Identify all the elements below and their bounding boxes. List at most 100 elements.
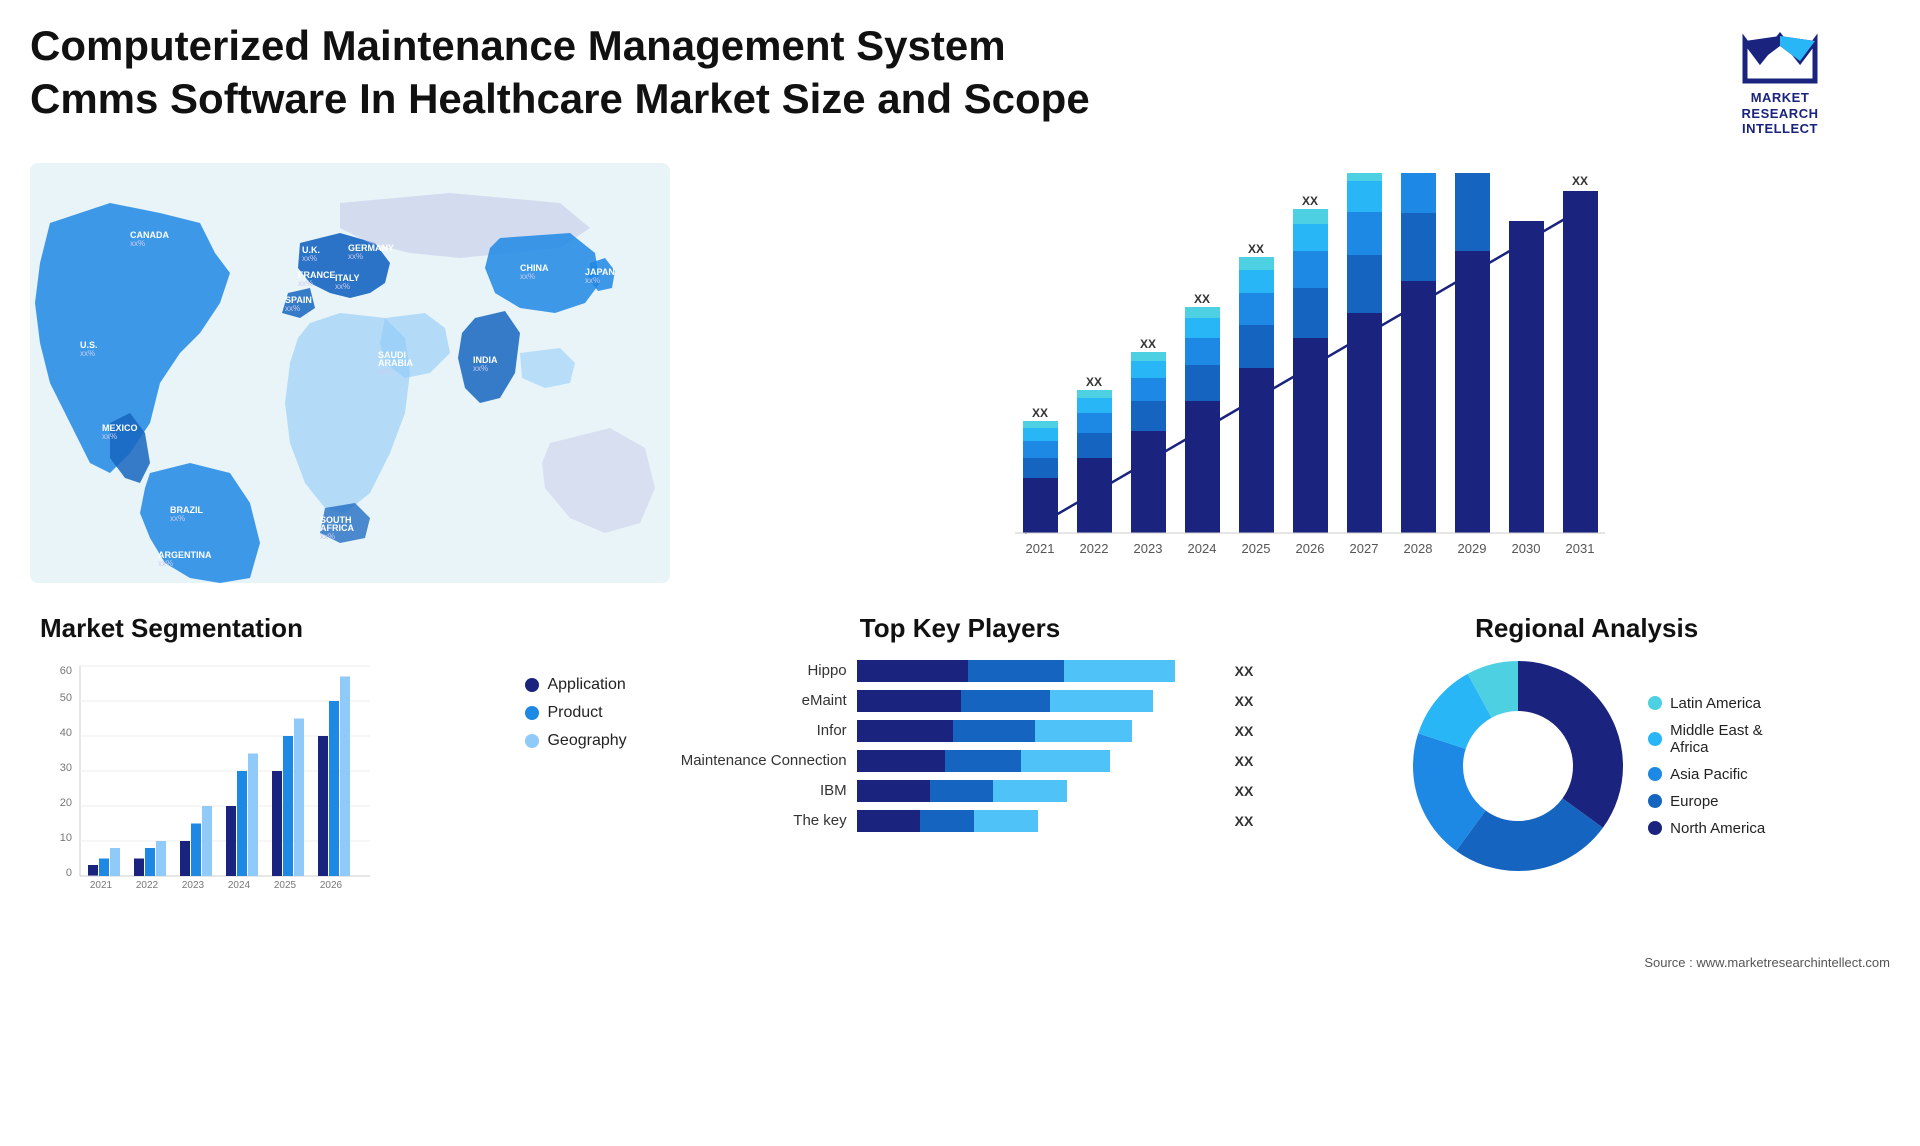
players-list: Hippo XX eMaint (667, 660, 1254, 832)
seg-chart-svg: 0 10 20 30 40 50 60 (40, 656, 380, 916)
svg-text:XX: XX (1194, 292, 1210, 306)
player-emaint: eMaint XX (667, 690, 1254, 712)
player-name-emaint: eMaint (667, 692, 847, 709)
legend-mea: Middle East &Africa (1648, 722, 1765, 756)
legend-europe: Europe (1648, 793, 1765, 810)
logo: MARKET RESEARCH INTELLECT (1670, 20, 1890, 143)
application-label: Application (547, 676, 625, 694)
europe-dot (1648, 794, 1662, 808)
svg-text:xx%: xx% (585, 276, 600, 285)
player-xx-emaint: XX (1235, 693, 1254, 709)
latin-america-dot (1648, 696, 1662, 710)
asia-pacific-label: Asia Pacific (1670, 766, 1748, 783)
svg-text:2024: 2024 (228, 880, 251, 891)
logo-icon (1740, 26, 1820, 86)
svg-text:xx%: xx% (335, 282, 350, 291)
player-bar-thekey (857, 810, 1219, 832)
logo-text: MARKET RESEARCH INTELLECT (1742, 90, 1819, 137)
map-svg: CANADA xx% U.S. xx% MEXICO xx% BRAZIL xx… (30, 163, 670, 583)
seg-chart: 0 10 20 30 40 50 60 (40, 656, 505, 921)
donut-svg (1408, 656, 1628, 876)
world-map: CANADA xx% U.S. xx% MEXICO xx% BRAZIL xx… (30, 163, 670, 583)
north-america-dot (1648, 821, 1662, 835)
latin-america-label: Latin America (1670, 695, 1761, 712)
svg-text:2021: 2021 (90, 880, 113, 891)
svg-text:xx%: xx% (80, 349, 95, 358)
player-name-hippo: Hippo (667, 662, 847, 679)
legend-latin-america: Latin America (1648, 695, 1765, 712)
legend-asia-pacific: Asia Pacific (1648, 766, 1765, 783)
source: Source : www.marketresearchintellect.com (30, 955, 1890, 970)
svg-text:2028: 2028 (1404, 541, 1433, 556)
player-bar-hippo (857, 660, 1219, 682)
svg-text:2025: 2025 (274, 880, 297, 891)
legend-product: Product (525, 704, 626, 722)
svg-text:xx%: xx% (298, 279, 313, 288)
svg-text:xx%: xx% (302, 254, 317, 263)
seg-legend: Application Product Geography (525, 656, 626, 750)
svg-text:10: 10 (60, 832, 72, 844)
regional-content: Latin America Middle East &Africa Asia P… (1293, 656, 1880, 876)
svg-text:xx%: xx% (130, 239, 145, 248)
svg-text:2023: 2023 (1134, 541, 1163, 556)
svg-text:XX: XX (1572, 174, 1588, 188)
player-name-ibm: IBM (667, 782, 847, 799)
svg-text:2031: 2031 (1566, 541, 1595, 556)
regional-legend: Latin America Middle East &Africa Asia P… (1648, 695, 1765, 837)
page-header: Computerized Maintenance Management Syst… (30, 20, 1890, 143)
svg-text:20: 20 (60, 797, 72, 809)
player-xx-thekey: XX (1235, 813, 1254, 829)
product-dot (525, 706, 539, 720)
svg-text:xx%: xx% (378, 367, 393, 376)
svg-text:XX: XX (1032, 406, 1048, 420)
svg-text:2023: 2023 (182, 880, 205, 891)
market-segmentation: Market Segmentation 0 10 20 30 40 50 (30, 603, 637, 931)
svg-text:XX: XX (1302, 194, 1318, 208)
player-name-mc: Maintenance Connection (667, 752, 847, 769)
seg-title: Market Segmentation (40, 613, 627, 644)
donut-chart (1408, 656, 1628, 876)
players-title: Top Key Players (667, 613, 1254, 644)
svg-text:60: 60 (60, 665, 72, 677)
player-bar-emaint (857, 690, 1219, 712)
europe-label: Europe (1670, 793, 1718, 810)
player-xx-ibm: XX (1235, 783, 1254, 799)
svg-text:xx%: xx% (320, 532, 335, 541)
legend-geography: Geography (525, 732, 626, 750)
svg-text:xx%: xx% (170, 514, 185, 523)
north-america-label: North America (1670, 820, 1765, 837)
svg-text:2025: 2025 (1242, 541, 1271, 556)
player-infor: Infor XX (667, 720, 1254, 742)
svg-text:2029: 2029 (1458, 541, 1487, 556)
svg-text:2030: 2030 (1512, 541, 1541, 556)
product-label: Product (547, 704, 602, 722)
svg-text:xx%: xx% (158, 559, 173, 568)
svg-text:0: 0 (66, 867, 72, 879)
svg-text:xx%: xx% (520, 272, 535, 281)
svg-text:xx%: xx% (348, 252, 363, 261)
svg-text:2022: 2022 (136, 880, 159, 891)
player-bar-infor (857, 720, 1219, 742)
svg-text:40: 40 (60, 727, 72, 739)
svg-text:XX: XX (1140, 337, 1156, 351)
mea-dot (1648, 732, 1662, 746)
player-hippo: Hippo XX (667, 660, 1254, 682)
player-the-key: The key XX (667, 810, 1254, 832)
svg-text:xx%: xx% (285, 304, 300, 313)
player-bar-ibm (857, 780, 1219, 802)
legend-north-america: North America (1648, 820, 1765, 837)
svg-text:30: 30 (60, 762, 72, 774)
svg-text:2024: 2024 (1188, 541, 1217, 556)
svg-text:xx%: xx% (473, 364, 488, 373)
player-xx-hippo: XX (1235, 663, 1254, 679)
svg-text:2022: 2022 (1080, 541, 1109, 556)
player-ibm: IBM XX (667, 780, 1254, 802)
regional-title: Regional Analysis (1293, 613, 1880, 644)
svg-text:XX: XX (1086, 375, 1102, 389)
svg-text:xx%: xx% (102, 432, 117, 441)
geography-label: Geography (547, 732, 626, 750)
player-xx-mc: XX (1235, 753, 1254, 769)
player-bar-mc (857, 750, 1219, 772)
svg-text:2021: 2021 (1026, 541, 1055, 556)
svg-text:2026: 2026 (1296, 541, 1325, 556)
